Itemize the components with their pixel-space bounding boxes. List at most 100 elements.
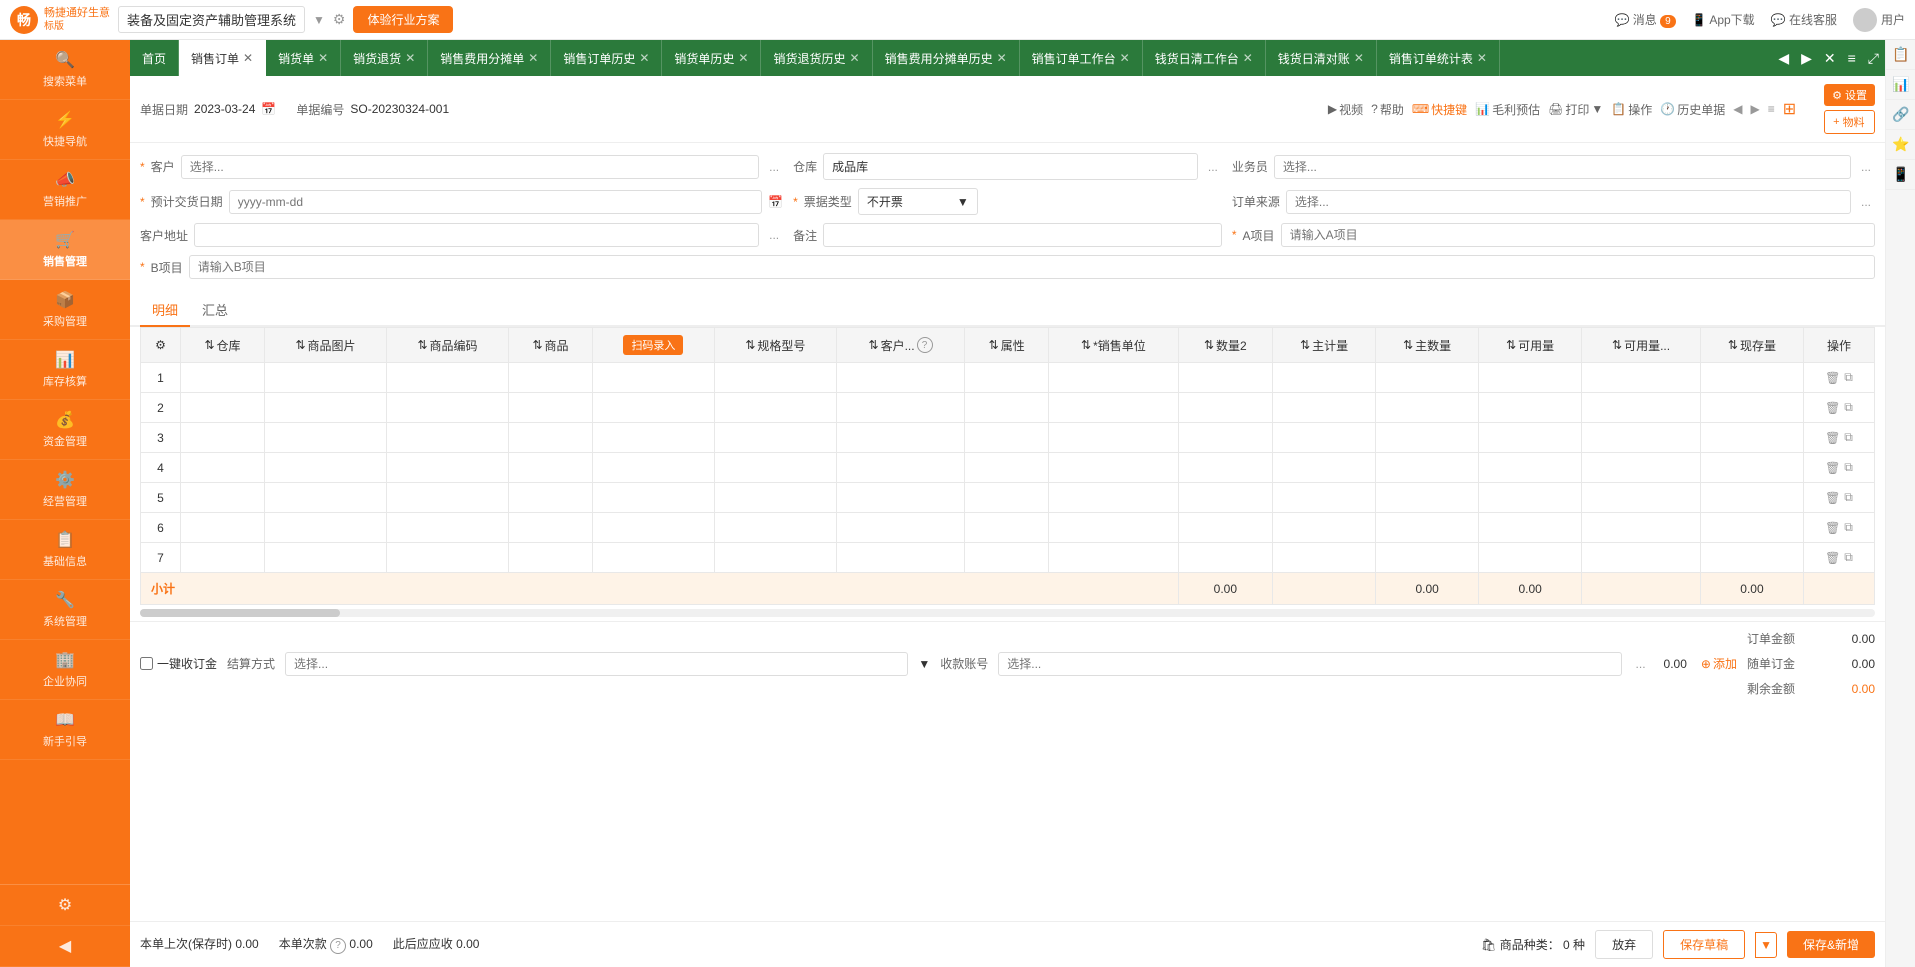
row-product-3[interactable]: [509, 423, 593, 453]
tab-sales-return-history[interactable]: 销货单历史 ✕: [662, 40, 761, 76]
row-current-stock-4[interactable]: [1700, 453, 1803, 483]
row-sales-unit-4[interactable]: [1049, 453, 1178, 483]
row-main-unit-2[interactable]: [1273, 393, 1376, 423]
print-btn[interactable]: 🖨 打印 ▼: [1548, 101, 1603, 118]
tab-summary[interactable]: 汇总: [190, 294, 240, 327]
row-main-unit-1[interactable]: [1273, 363, 1376, 393]
row-customer-code-3[interactable]: [836, 423, 964, 453]
th-qty2[interactable]: ⇅ 数量2: [1178, 328, 1273, 363]
row-qty2-7[interactable]: [1178, 543, 1273, 573]
row-qty2-5[interactable]: [1178, 483, 1273, 513]
sidebar-item-inventory[interactable]: 📊 库存核算: [0, 340, 130, 400]
row-product-7[interactable]: [509, 543, 593, 573]
row-main-qty-6[interactable]: [1376, 513, 1479, 543]
row-customer-code-4[interactable]: [836, 453, 964, 483]
th-customer-code[interactable]: ⇅ 客户... ?: [836, 328, 964, 363]
row-sales-unit-5[interactable]: [1049, 483, 1178, 513]
row-product-image-4[interactable]: [265, 453, 387, 483]
right-action-4[interactable]: ⭐: [1886, 130, 1915, 160]
row-warehouse-6[interactable]: [181, 513, 265, 543]
staff-expand-btn[interactable]: ...: [1857, 160, 1875, 174]
row-available-qty-7[interactable]: [1479, 543, 1582, 573]
tab-menu-btn[interactable]: ≡: [1842, 50, 1862, 66]
message-btn[interactable]: 💬 消息 9: [1615, 11, 1676, 28]
setting-btn[interactable]: ⚙ 设置: [1824, 84, 1875, 106]
customer-input[interactable]: [181, 155, 759, 179]
row-product-5[interactable]: [509, 483, 593, 513]
copy-row-icon-1[interactable]: ⧉: [1844, 370, 1853, 385]
tab-sales-refund[interactable]: 销货退货 ✕: [341, 40, 428, 76]
scan-btn[interactable]: 扫码录入: [623, 335, 683, 355]
nav-next-btn[interactable]: ▶: [1750, 102, 1759, 116]
row-attribute-5[interactable]: [965, 483, 1049, 513]
row-available-qty-1[interactable]: [1479, 363, 1582, 393]
copy-row-icon-7[interactable]: ⧉: [1844, 550, 1853, 565]
row-product-image-7[interactable]: [265, 543, 387, 573]
save-draft-button[interactable]: 保存草稿: [1663, 930, 1745, 959]
right-action-1[interactable]: 📋: [1886, 40, 1915, 70]
th-product[interactable]: ⇅ 商品: [509, 328, 593, 363]
th-warehouse[interactable]: ⇅ 仓库: [181, 328, 265, 363]
tab-maximize-btn[interactable]: ⤢: [1862, 50, 1885, 67]
row-available-qty-5[interactable]: [1479, 483, 1582, 513]
row-available-qty-2[interactable]: [1479, 393, 1582, 423]
row-product-code-4[interactable]: [387, 453, 509, 483]
customer-code-help-icon[interactable]: ?: [917, 337, 933, 353]
th-attribute[interactable]: ⇅ 属性: [965, 328, 1049, 363]
row-available-qty2-2[interactable]: [1582, 393, 1701, 423]
warehouse-value[interactable]: 成品库: [823, 153, 1198, 180]
remark-input[interactable]: [823, 223, 1222, 247]
th-product-image[interactable]: ⇅ 商品图片: [265, 328, 387, 363]
sidebar-item-operations[interactable]: ⚙️ 经营管理: [0, 460, 130, 520]
row-qty2-4[interactable]: [1178, 453, 1273, 483]
sidebar-item-sales[interactable]: 🛒 销售管理: [0, 220, 130, 280]
add-material-btn[interactable]: + 物料: [1824, 110, 1875, 134]
row-available-qty2-6[interactable]: [1582, 513, 1701, 543]
row-current-stock-5[interactable]: [1700, 483, 1803, 513]
row-main-qty-2[interactable]: [1376, 393, 1479, 423]
row-main-qty-3[interactable]: [1376, 423, 1479, 453]
row-qty2-1[interactable]: [1178, 363, 1273, 393]
view-video-btn[interactable]: ▶ 视频: [1328, 101, 1363, 118]
row-available-qty2-1[interactable]: [1582, 363, 1701, 393]
th-current-stock[interactable]: ⇅ 现存量: [1700, 328, 1803, 363]
th-available-qty2[interactable]: ⇅ 可用量...: [1582, 328, 1701, 363]
address-expand-btn[interactable]: ...: [765, 228, 783, 242]
profit-btn[interactable]: 📊 毛利预估: [1475, 101, 1540, 118]
settlement-input[interactable]: [285, 652, 908, 676]
delete-row-icon-7[interactable]: 🗑: [1825, 551, 1840, 565]
sidebar-item-quick[interactable]: ⚡ 快捷导航: [0, 100, 130, 160]
tab-sales-refund-history[interactable]: 销货退货历史 ✕: [761, 40, 872, 76]
row-qty2-6[interactable]: [1178, 513, 1273, 543]
row-product-6[interactable]: [509, 513, 593, 543]
delete-row-icon-6[interactable]: 🗑: [1825, 521, 1840, 535]
discard-button[interactable]: 放弃: [1595, 930, 1653, 959]
calendar-icon[interactable]: 📅: [768, 195, 783, 209]
row-current-stock-3[interactable]: [1700, 423, 1803, 453]
online-service-btn[interactable]: 💬 在线客服: [1771, 11, 1837, 28]
copy-row-icon-2[interactable]: ⧉: [1844, 400, 1853, 415]
row-available-qty2-7[interactable]: [1582, 543, 1701, 573]
row-product-image-6[interactable]: [265, 513, 387, 543]
row-product-4[interactable]: [509, 453, 593, 483]
tab-prev-btn[interactable]: ◀: [1772, 50, 1795, 67]
row-available-qty-4[interactable]: [1479, 453, 1582, 483]
sidebar-item-capital[interactable]: 💰 资金管理: [0, 400, 130, 460]
row-current-stock-7[interactable]: [1700, 543, 1803, 573]
row-sales-unit-2[interactable]: [1049, 393, 1178, 423]
row-available-qty2-4[interactable]: [1582, 453, 1701, 483]
sidebar-item-marketing[interactable]: 📣 营销推广: [0, 160, 130, 220]
staff-input[interactable]: [1274, 155, 1851, 179]
dropdown-icon[interactable]: ▼: [313, 13, 325, 27]
address-input[interactable]: [194, 223, 759, 247]
row-spec-4[interactable]: [714, 453, 836, 483]
row-available-qty2-3[interactable]: [1582, 423, 1701, 453]
row-scan-6[interactable]: [593, 513, 715, 543]
th-main-qty[interactable]: ⇅ 主数量: [1376, 328, 1479, 363]
b-project-input[interactable]: [189, 255, 1875, 279]
sidebar-item-system[interactable]: 🔧 系统管理: [0, 580, 130, 640]
delete-row-icon-5[interactable]: 🗑: [1825, 491, 1840, 505]
operate-btn[interactable]: 📋 操作: [1611, 101, 1652, 118]
order-source-input[interactable]: [1286, 190, 1851, 214]
row-scan-3[interactable]: [593, 423, 715, 453]
